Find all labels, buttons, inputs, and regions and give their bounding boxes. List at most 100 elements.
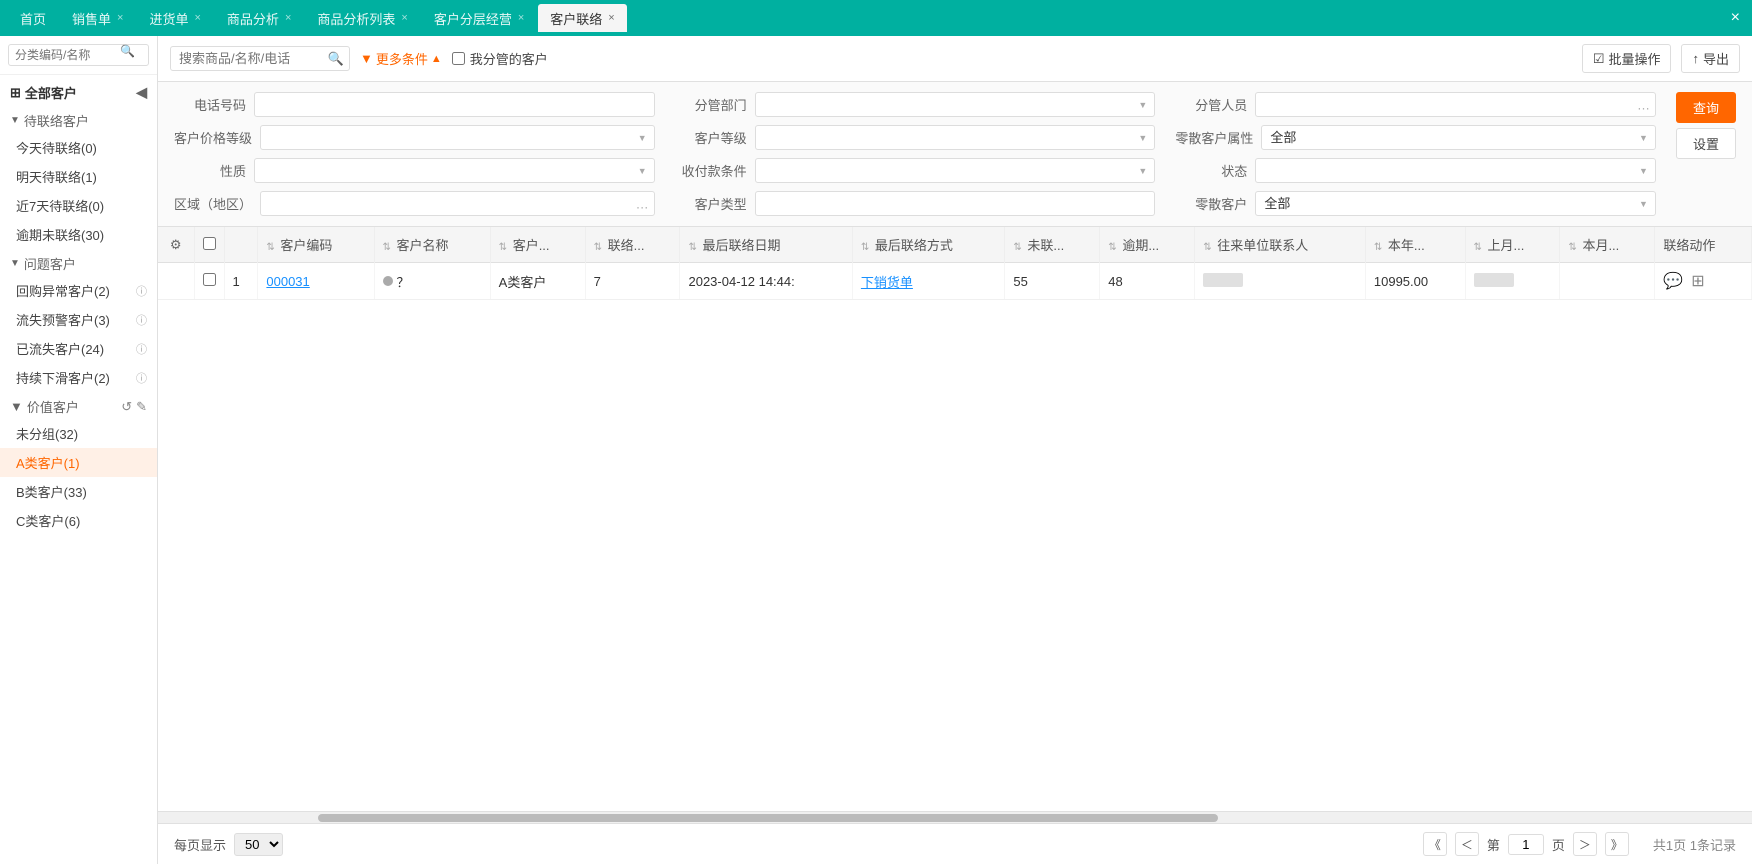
horizontal-scrollbar[interactable]	[158, 811, 1752, 823]
sidebar-search-icon[interactable]: 🔍	[120, 44, 135, 58]
nav-customer-contact[interactable]: 客户联络 ×	[538, 4, 626, 32]
value-refresh-icon[interactable]: ↺	[121, 399, 132, 415]
sidebar-7days-label: 近7天待联络(0)	[16, 196, 104, 215]
td-this-month	[1560, 263, 1655, 300]
page-size-select[interactable]: 50	[234, 833, 283, 856]
value-arrow-icon: ▼	[10, 399, 23, 414]
th-this-year-label: 本年...	[1388, 238, 1425, 253]
setting-btn[interactable]: 设置	[1676, 128, 1736, 159]
th-name[interactable]: ⇅ 客户名称	[374, 227, 490, 263]
sidebar-all-customers-label: 全部客户	[25, 83, 77, 102]
th-code[interactable]: ⇅ 客户编码	[258, 227, 374, 263]
nav-customer-segment-close[interactable]: ×	[518, 12, 524, 24]
select-all-checkbox[interactable]	[203, 237, 216, 250]
filter-search-input[interactable]	[170, 46, 350, 71]
th-overdue[interactable]: ⇅ 逾期...	[1100, 227, 1195, 263]
status-select[interactable]	[1255, 158, 1656, 183]
sidebar-item-tomorrow[interactable]: 明天待联络(1)	[0, 162, 157, 191]
price-grade-select[interactable]	[260, 125, 655, 150]
sidebar-item-unclassified[interactable]: 未分组(32)	[0, 419, 157, 448]
sidebar-problem-customers-group[interactable]: ▼ 问题客户	[0, 249, 157, 276]
row-checkbox[interactable]	[203, 273, 216, 286]
nav-sales-close[interactable]: ×	[117, 12, 123, 24]
settings-icon[interactable]: ⚙	[170, 237, 182, 252]
payment-control	[755, 158, 1156, 183]
th-unit-contact[interactable]: ⇅ 往来单位联系人	[1195, 227, 1366, 263]
th-customer-type[interactable]: ⇅ 客户...	[490, 227, 585, 263]
next-page-btn[interactable]: ＞	[1573, 832, 1597, 856]
nav-product-analysis-close[interactable]: ×	[285, 12, 291, 24]
filter-search-wrap: 🔍	[170, 46, 350, 71]
customer-type-field: 客户类型	[675, 191, 1156, 216]
nav-product-list-close[interactable]: ×	[401, 12, 407, 24]
sidebar-item-overdue[interactable]: 逾期未联络(30)	[0, 220, 157, 249]
sidebar-item-c-class[interactable]: C类客户(6)	[0, 506, 157, 535]
value-edit-icon[interactable]: ✎	[136, 399, 147, 415]
dept-select[interactable]	[755, 92, 1156, 117]
retail-attr-label: 零散客户属性	[1175, 128, 1261, 147]
nav-home[interactable]: 首页	[8, 4, 58, 32]
sidebar-item-today[interactable]: 今天待联络(0)	[0, 133, 157, 162]
phone-input[interactable]	[254, 92, 655, 117]
staff-input[interactable]	[1255, 92, 1656, 117]
retail-customer-select[interactable]: 全部	[1255, 191, 1656, 216]
retail-attr-field: 零散客户属性 全部	[1175, 125, 1656, 150]
sidebar-declining-label: 持续下滑客户(2)	[16, 368, 110, 387]
customer-level-select[interactable]	[755, 125, 1156, 150]
th-last-contact-method[interactable]: ⇅ 最后联络方式	[852, 227, 1005, 263]
sidebar-item-a-class[interactable]: A类客户(1)	[0, 448, 157, 477]
customer-type-input[interactable]	[755, 191, 1156, 216]
sidebar-pending-contact-group[interactable]: ▼ 待联络客户	[0, 106, 157, 133]
sidebar-item-b-class[interactable]: B类客户(33)	[0, 477, 157, 506]
sidebar-value-title-btn[interactable]: ▼ 价值客户	[10, 397, 79, 416]
area-input[interactable]	[260, 191, 655, 216]
nav-product-analysis[interactable]: 商品分析 ×	[215, 4, 303, 32]
th-last-month[interactable]: ⇅ 上月...	[1465, 227, 1560, 263]
th-last-contact-date[interactable]: ⇅ 最后联络日期	[680, 227, 852, 263]
sidebar-item-churned[interactable]: 已流失客户(24) ⓘ	[0, 334, 157, 363]
nav-purchase-close[interactable]: ×	[194, 12, 200, 24]
staff-dots-icon[interactable]: …	[1637, 97, 1650, 112]
nature-field: 性质	[174, 158, 655, 183]
my-customers-checkbox[interactable]: 我分管的客户	[452, 49, 548, 68]
last-page-btn[interactable]: 》	[1605, 832, 1629, 856]
th-this-month[interactable]: ⇅ 本月...	[1560, 227, 1655, 263]
nav-customer-contact-close[interactable]: ×	[608, 12, 614, 24]
contact-method-link[interactable]: 下销货单	[861, 275, 913, 290]
filter-more-btn[interactable]: ▼ 更多条件 ▲	[360, 49, 442, 68]
nature-select[interactable]	[254, 158, 655, 183]
export-btn[interactable]: ↑ 导出	[1681, 44, 1740, 73]
customer-code-link[interactable]: 000031	[266, 274, 309, 289]
nav-product-list[interactable]: 商品分析列表 ×	[305, 4, 419, 32]
th-uncontacted[interactable]: ⇅ 未联...	[1005, 227, 1100, 263]
nav-purchase[interactable]: 进货单 ×	[137, 4, 212, 32]
nav-sales[interactable]: 销售单 ×	[60, 4, 135, 32]
more-action-icon[interactable]: ⊞	[1691, 271, 1704, 291]
td-this-year: 10995.00	[1365, 263, 1465, 300]
sidebar-item-7days[interactable]: 近7天待联络(0)	[0, 191, 157, 220]
nav-customer-segment[interactable]: 客户分层经营 ×	[422, 4, 536, 32]
page-input[interactable]	[1508, 834, 1544, 855]
sidebar-collapse-icon[interactable]: ◀	[136, 84, 147, 101]
th-contact-count[interactable]: ⇅ 联络...	[585, 227, 680, 263]
payment-select[interactable]	[755, 158, 1156, 183]
sidebar-item-churn-warning[interactable]: 流失预警客户(3) ⓘ	[0, 305, 157, 334]
nav-close-all[interactable]: ×	[1727, 5, 1744, 31]
query-btn[interactable]: 查询	[1676, 92, 1736, 123]
count-sort-icon: ⇅	[594, 242, 602, 253]
prev-page-btn[interactable]: ＜	[1455, 832, 1479, 856]
sidebar-abnormal-label: 回购异常客户(2)	[16, 281, 110, 300]
filter-search-icon[interactable]: 🔍	[328, 51, 344, 67]
th-this-year[interactable]: ⇅ 本年...	[1365, 227, 1465, 263]
th-actions-label: 联络动作	[1663, 238, 1715, 253]
sidebar-item-abnormal[interactable]: 回购异常客户(2) ⓘ	[0, 276, 157, 305]
contact-action-icon[interactable]: 💬	[1663, 271, 1683, 291]
my-customers-check[interactable]	[452, 52, 465, 65]
filter-row-4: 区域（地区） … 客户类型	[174, 191, 1656, 216]
customer-type-control	[755, 191, 1156, 216]
area-dots-icon[interactable]: …	[636, 196, 649, 211]
sidebar-item-declining[interactable]: 持续下滑客户(2) ⓘ	[0, 363, 157, 392]
retail-attr-select[interactable]: 全部	[1261, 125, 1656, 150]
first-page-btn[interactable]: 《	[1423, 832, 1447, 856]
batch-op-btn[interactable]: ☑ 批量操作	[1582, 44, 1672, 73]
